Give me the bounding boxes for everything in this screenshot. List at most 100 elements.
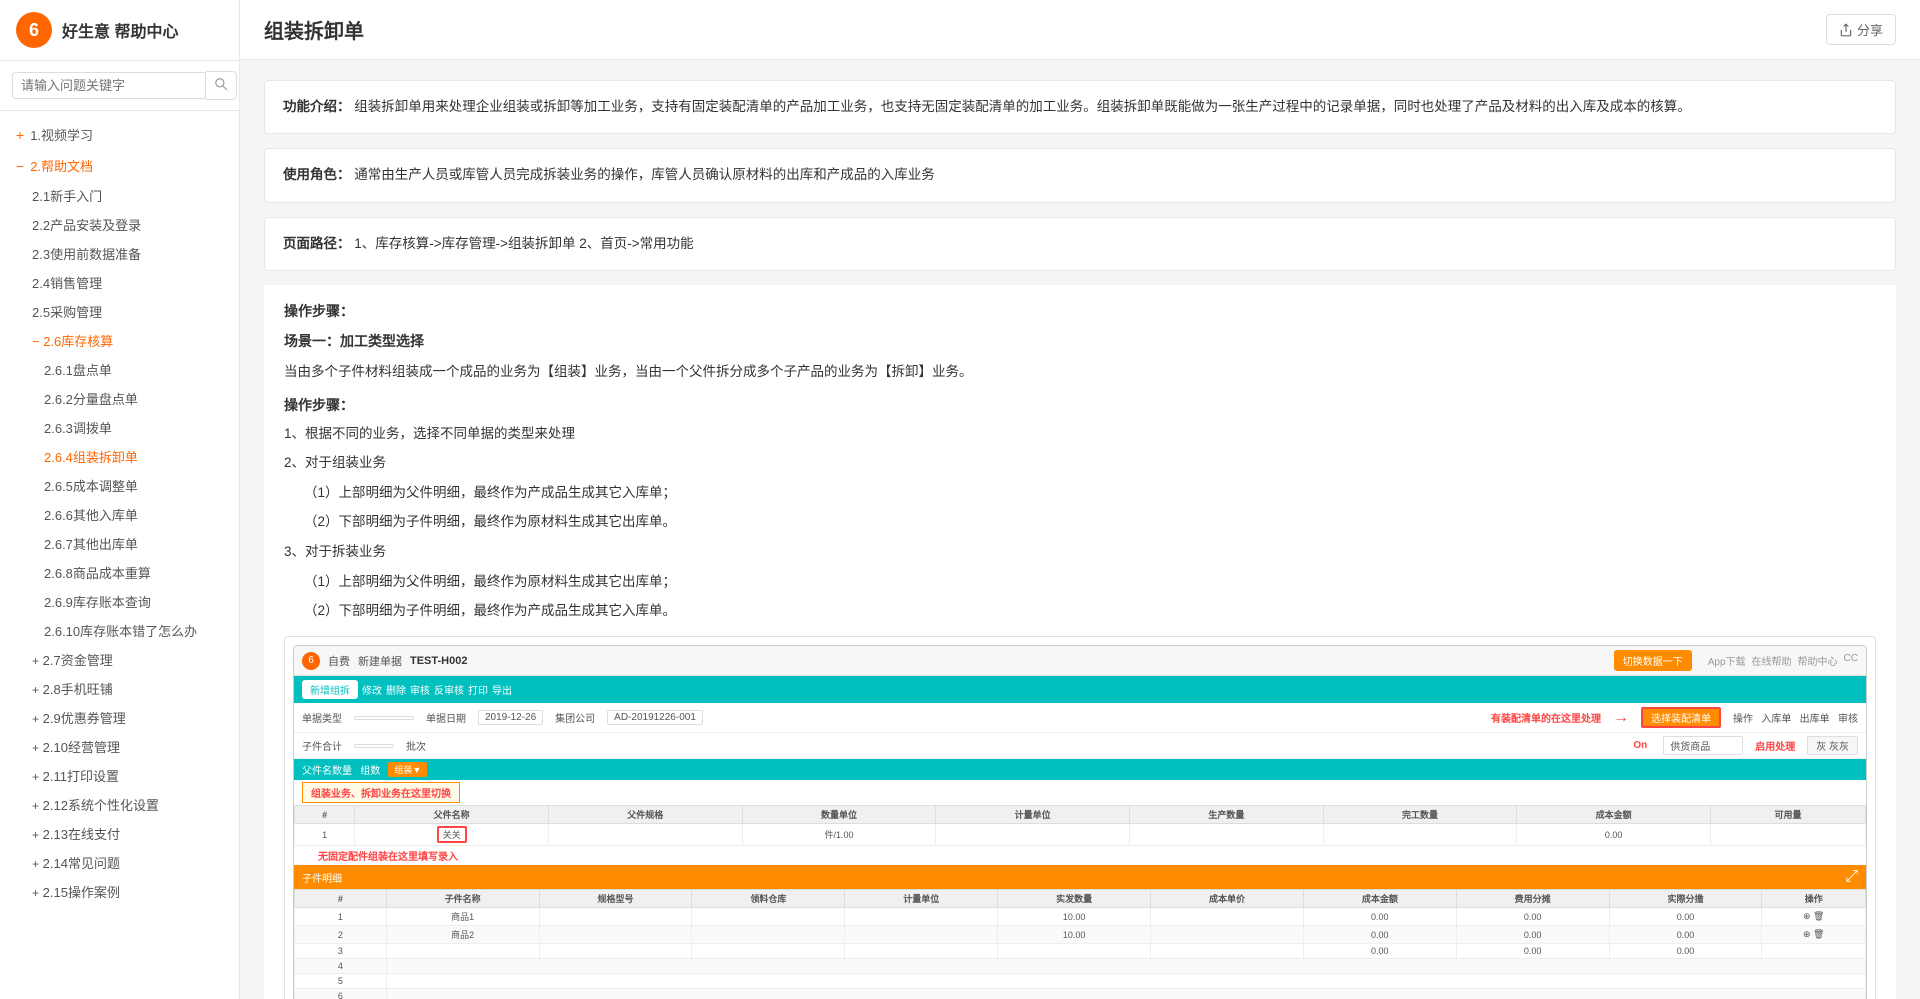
th-avail: 可用量 (1711, 806, 1866, 824)
sidebar-item-inv265[interactable]: 2.6.5成本调整单 (0, 471, 239, 500)
role-text: 通常由生产人员或库管人员完成拆装业务的操作，库管人员确认原材料的出库和产成品的入… (354, 167, 935, 182)
form-row2: 子件合计 批次 On 供货商品 启用处理 灰 灰灰 (294, 733, 1866, 759)
sidebar-item-video[interactable]: + 1.视频学习 (0, 119, 239, 150)
share-button[interactable]: 分享 (1826, 14, 1896, 45)
plus-icon-onlinepay: + (32, 828, 39, 842)
form-enable-input[interactable]: 供货商品 (1663, 736, 1743, 755)
plus-icon: + (16, 127, 24, 143)
page-title: 组装拆卸单 (264, 15, 364, 44)
app-switch-btn[interactable]: 切换数据一下 (1614, 650, 1692, 671)
form-date-label: 单据日期 (426, 710, 466, 725)
section2-header: 子件明细 ⤢ (294, 865, 1866, 889)
confirm-btn[interactable]: 灰 灰灰 (1807, 736, 1858, 755)
qty-label: 子件合计 (302, 738, 342, 753)
th-dw: 数量单位 (742, 806, 936, 824)
tab-export[interactable]: 导出 (492, 682, 512, 697)
sidebar-item-coupon[interactable]: + 2.9优惠券管理 (0, 703, 239, 732)
table-row: 4 (295, 959, 1866, 974)
table-row: 3 0.000.000.00 (295, 944, 1866, 959)
sidebar-item-finance[interactable]: + 2.7资金管理 (0, 645, 239, 674)
sidebar-item-label: 1.视频学习 (30, 125, 93, 144)
sidebar-item-predata[interactable]: 2.3使用前数据准备 (0, 239, 239, 268)
sidebar-item-inv263[interactable]: 2.6.3调拨单 (0, 413, 239, 442)
form-type-value[interactable] (354, 716, 414, 720)
sidebar-item-inv266[interactable]: 2.6.6其他入库单 (0, 500, 239, 529)
sidebar-item-helpdoc[interactable]: − 2.帮助文档 (0, 150, 239, 181)
expand-icon[interactable]: ⤢ (1845, 868, 1858, 886)
annotation-right: 启用处理 (1755, 738, 1795, 753)
tab-print[interactable]: 打印 (468, 682, 488, 697)
app-topbar-icons: App下载在线帮助帮助中心CC (1708, 653, 1858, 668)
th-num: # (295, 806, 355, 824)
sidebar-item-inventory[interactable]: − 2.6库存核算 (0, 326, 239, 355)
sidebar-item-newbie[interactable]: 2.1新手入门 (0, 181, 239, 210)
th-cost: 成本金额 (1517, 806, 1711, 824)
form-action-btns: 操作 入库单 出库单 审核 (1733, 710, 1858, 725)
sub-annotation-text: 无固定配件组装在这里填写录入 (318, 852, 458, 863)
tab-unaudit[interactable]: 反审核 (434, 682, 464, 697)
sidebar-item-sales[interactable]: 2.4销售管理 (0, 268, 239, 297)
table1-name-cell[interactable]: 关关 (437, 826, 467, 843)
sidebar-item-inv267[interactable]: 2.6.7其他出库单 (0, 529, 239, 558)
table1-container: # 父件名称 父件规格 数量单位 计量单位 生产数量 完工数量 成本金额 可用量 (294, 805, 1866, 846)
sidebar-item-print[interactable]: + 2.11打印设置 (0, 761, 239, 790)
sidebar-item-biz[interactable]: + 2.10经营管理 (0, 732, 239, 761)
table2: # 子件名称 规格型号 领料仓库 计量单位 实发数量 成本单价 成本金额 费用分… (294, 889, 1866, 999)
sidebar-item-mobile[interactable]: + 2.8手机旺铺 (0, 674, 239, 703)
qty-value (354, 744, 394, 748)
main-header: 组装拆卸单 分享 (240, 0, 1920, 60)
plus-icon-print: + (32, 770, 39, 784)
section1-switch[interactable]: 组装▼ (388, 762, 427, 777)
scene1-title: 场景一：加工类型选择 (284, 333, 424, 349)
step3-2: （2）下部明细为子件明细，最终作为产成品生成其它入库单。 (284, 598, 1876, 624)
sidebar-item-inv262[interactable]: 2.6.2分量盘点单 (0, 384, 239, 413)
step2: 2、对于组装业务 (284, 450, 1876, 476)
sidebar-item-purchase[interactable]: 2.5采购管理 (0, 297, 239, 326)
sidebar-item-personalize[interactable]: + 2.12系统个性化设置 (0, 790, 239, 819)
section1-annotation: 组装业务、拆卸业务在这里切换 (302, 782, 460, 803)
ops-block: 操作步骤： 场景一：加工类型选择 当由多个子件材料组装成一个成品的业务为【组装】… (264, 285, 1896, 999)
form-row1: 单据类型 单据日期 2019-12-26 集团公司 AD-20191226-00… (294, 703, 1866, 733)
path-block: 页面路径： 1、库存核算->库存管理->组装拆卸单 2、首页->常用功能 (264, 217, 1896, 271)
table1: # 父件名称 父件规格 数量单位 计量单位 生产数量 完工数量 成本金额 可用量 (294, 805, 1866, 846)
plus-icon-cases: + (32, 886, 39, 900)
sidebar-nav: + 1.视频学习 − 2.帮助文档 2.1新手入门 2.2产品安装及登录 2.3… (0, 111, 239, 999)
sidebar-header: 6 好生意 帮助中心 (0, 0, 239, 61)
sidebar-item-cases[interactable]: + 2.15操作案例 (0, 877, 239, 906)
sidebar-item-inv261[interactable]: 2.6.1盘点单 (0, 355, 239, 384)
step2-2: （2）下部明细为子件明细，最终作为原材料生成其它出库单。 (284, 509, 1876, 535)
sidebar-item-install[interactable]: 2.2产品安装及登录 (0, 210, 239, 239)
th-produce: 生产数量 (1129, 806, 1323, 824)
form-group-value[interactable]: AD-20191226-001 (607, 710, 703, 725)
content-area: 功能介绍： 组装拆卸单用来处理企业组装或拆卸等加工业务，支持有固定装配清单的产品… (240, 60, 1920, 999)
form-date-value[interactable]: 2019-12-26 (478, 710, 543, 725)
sidebar-item-inv2610[interactable]: 2.6.10库存账本错了怎么办 (0, 616, 239, 645)
annotation-on: On (1633, 740, 1647, 751)
table1-header-row: # 父件名称 父件规格 数量单位 计量单位 生产数量 完工数量 成本金额 可用量 (295, 806, 1866, 824)
role-block: 使用角色： 通常由生产人员或库管人员完成拆装业务的操作，库管人员确认原材料的出库… (264, 148, 1896, 202)
step3-1: （1）上部明细为父件明细，最终作为原材料生成其它出库单； (284, 569, 1876, 595)
th-finish: 完工数量 (1323, 806, 1517, 824)
sidebar-item-inv264[interactable]: 2.6.4组装拆卸单 (0, 442, 239, 471)
sidebar-item-inv268[interactable]: 2.6.8商品成本重算 (0, 558, 239, 587)
plus-icon-personalize: + (32, 799, 39, 813)
tab-modify[interactable]: 修改 (362, 682, 382, 697)
sidebar-item-label: 2.帮助文档 (30, 156, 93, 175)
select-assembly-btn[interactable]: 选择装配清单 (1641, 707, 1721, 728)
arrow-right-icon: → (1613, 709, 1629, 727)
plus-icon-mobile: + (32, 683, 39, 697)
sidebar-item-onlinepay[interactable]: + 2.13在线支付 (0, 819, 239, 848)
sidebar-item-inv269[interactable]: 2.6.9库存账本查询 (0, 587, 239, 616)
app-id: TEST-H002 (410, 655, 467, 667)
section1-wrapper: 父件名数量 组数 组装▼ 组装业务、拆卸业务在这里切换 (294, 759, 1866, 805)
search-button[interactable] (206, 71, 237, 100)
sidebar-item-faq[interactable]: + 2.14常见问题 (0, 848, 239, 877)
role-label: 使用角色： (283, 167, 351, 182)
tab-delete[interactable]: 删除 (386, 682, 406, 697)
path-label: 页面路径： (283, 236, 351, 251)
app-window: 6 自费 新建单据 TEST-H002 切换数据一下 App下载在线帮助帮助中心… (293, 645, 1867, 999)
tab-audit[interactable]: 审核 (410, 682, 430, 697)
search-input[interactable] (12, 72, 206, 99)
app-logo: 6 (302, 652, 320, 670)
tab-new[interactable]: 新增组拆 (302, 680, 358, 699)
